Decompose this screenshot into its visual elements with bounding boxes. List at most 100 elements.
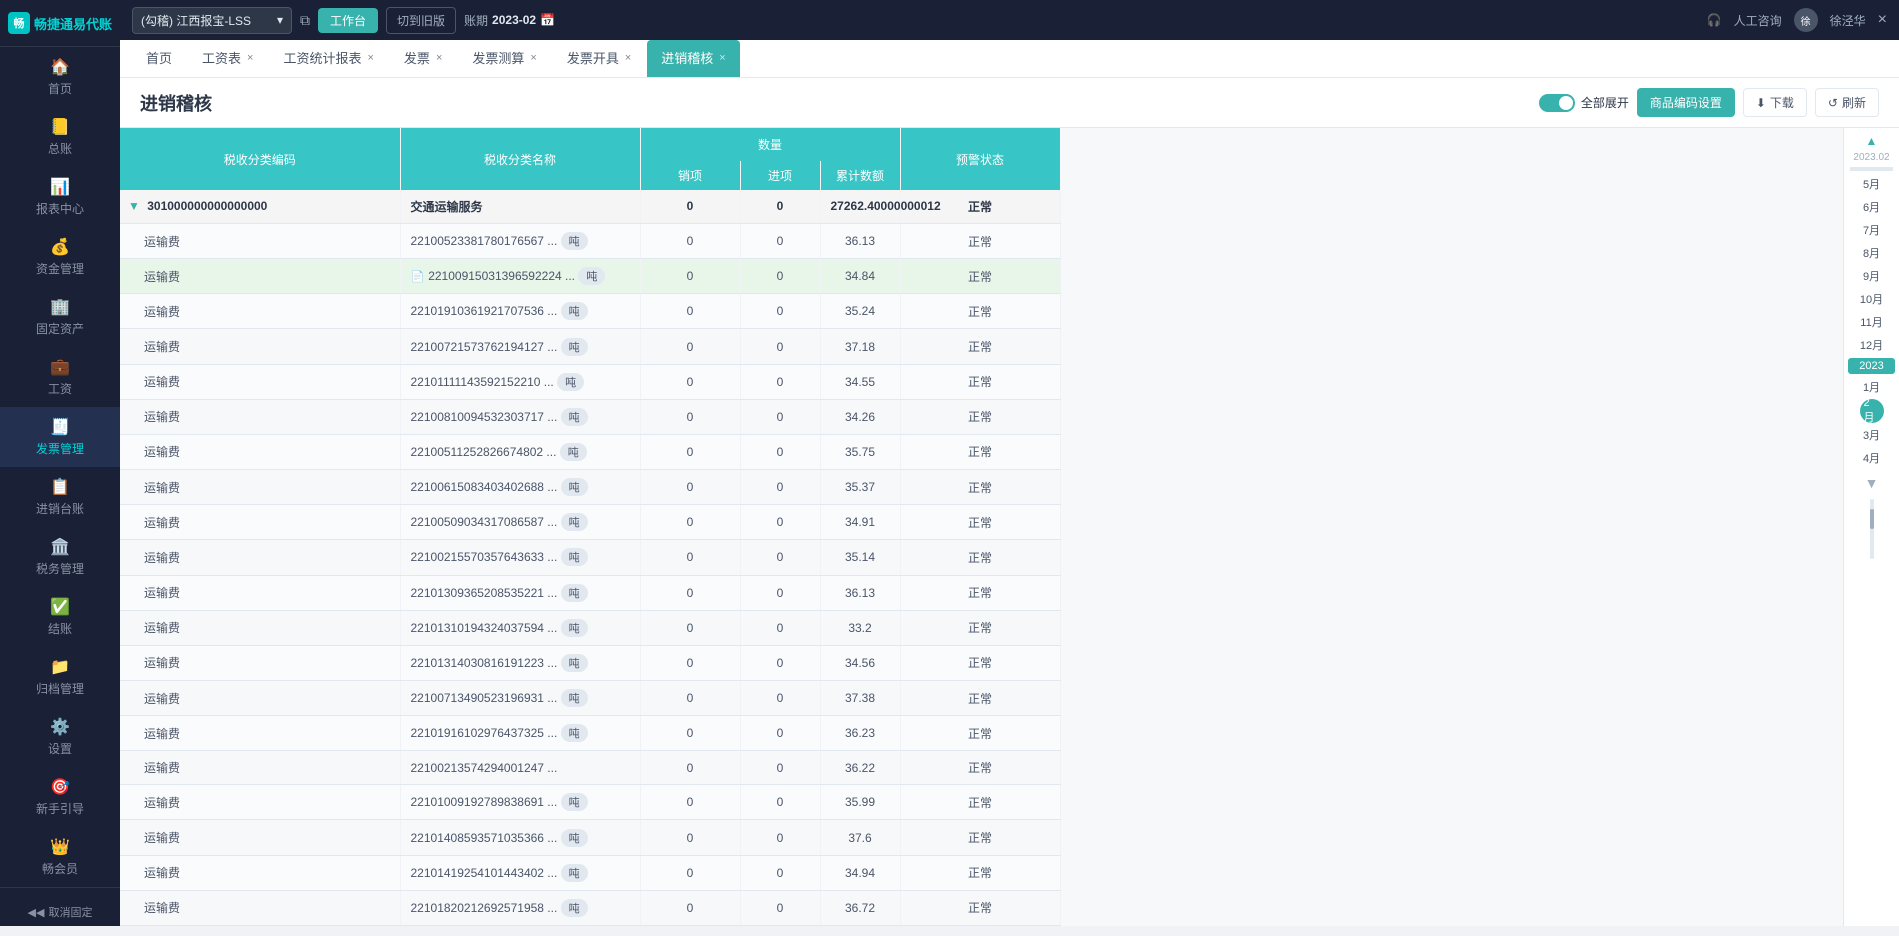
table-row[interactable]: 运输费 22101310194324037594 ... 吨 0 0 33.2 …: [120, 610, 1843, 645]
tab-invoice-calc-close[interactable]: ×: [530, 52, 536, 64]
sidebar-item-label: 报表中心: [36, 200, 84, 217]
tab-reconcile[interactable]: 进销稽核 ×: [647, 40, 739, 77]
user-name[interactable]: 徐泾华: [1830, 12, 1866, 29]
cal-month-5[interactable]: 5月: [1847, 173, 1896, 195]
scrollbar-thumb: [1870, 509, 1874, 529]
table-row[interactable]: 运输费 22101009192789838691 ... 吨 0 0 35.99…: [120, 785, 1843, 820]
row-purchase: 0: [740, 610, 820, 645]
tab-invoice-close[interactable]: ×: [436, 52, 442, 64]
copy-icon[interactable]: ⧉: [300, 12, 310, 29]
cal-month-6[interactable]: 6月: [1847, 196, 1896, 218]
row-code: 运输费: [120, 855, 400, 890]
sidebar-item-invoice[interactable]: 🧾 发票管理: [0, 407, 120, 467]
table-row[interactable]: 运输费 22100713490523196931 ... 吨 0 0 37.38…: [120, 680, 1843, 715]
cal-year-header2: [1850, 167, 1893, 171]
cal-month-1[interactable]: 1月: [1847, 376, 1896, 398]
tab-invoice[interactable]: 发票 ×: [390, 40, 456, 77]
table-row[interactable]: 运输费 22101408593571035366 ... 吨 0 0 37.6 …: [120, 820, 1843, 855]
page-content: 进销稽核 全部展开 商品编码设置 ⬇ 下载 ↺ 刷新: [120, 78, 1899, 926]
sidebar-item-assets[interactable]: 🏢 固定资产: [0, 287, 120, 347]
table-row[interactable]: 运输费 22101916102976437325 ... 吨 0 0 36.23…: [120, 716, 1843, 751]
sidebar-item-guide[interactable]: 🎯 新手引导: [0, 767, 120, 827]
table-row[interactable]: ▼ 301000000000000000 交通运输服务 0 0 27262.40…: [120, 190, 1843, 223]
tab-salary-report[interactable]: 工资统计报表 ×: [269, 40, 387, 77]
sidebar-item-capital[interactable]: 💰 资金管理: [0, 227, 120, 287]
cal-month-4[interactable]: 4月: [1847, 447, 1896, 469]
table-row[interactable]: 运输费 22101820212692571958 ... 吨 0 0 36.72…: [120, 890, 1843, 925]
row-invoice-no: 22101820212692571958 ... 吨: [400, 890, 640, 925]
table-row[interactable]: 运输费 22100615083403402688 ... 吨 0 0 35.37…: [120, 470, 1843, 505]
close-icon[interactable]: ×: [1878, 11, 1887, 29]
cal-month-8[interactable]: 8月: [1847, 242, 1896, 264]
table-row[interactable]: 运输费 22101419254101443402 ... 吨 0 0 34.94…: [120, 855, 1843, 890]
sidebar-item-label: 总账: [48, 140, 72, 157]
row-status: 正常: [900, 434, 1060, 469]
unit-tag: 吨: [557, 373, 584, 391]
row-cumulative: 34.56: [820, 645, 900, 680]
sidebar-item-settings[interactable]: ⚙️ 设置: [0, 707, 120, 767]
cal-month-2-active[interactable]: 2月: [1860, 399, 1884, 423]
sidebar-item-report[interactable]: 📊 报表中心: [0, 167, 120, 227]
switch-version-button[interactable]: 切到旧版: [386, 7, 456, 34]
table-header: 税收分类编码 税收分类名称 数量 预警状态: [120, 128, 1843, 190]
expand-toggle[interactable]: [1539, 94, 1575, 112]
table-row[interactable]: 运输费 22100810094532303717 ... 吨 0 0 34.26…: [120, 399, 1843, 434]
settle-icon: ✅: [50, 597, 70, 617]
cal-month-12[interactable]: 12月: [1847, 334, 1896, 356]
sidebar-item-archive[interactable]: 📁 归档管理: [0, 647, 120, 707]
cal-month-11[interactable]: 11月: [1847, 311, 1896, 333]
company-dropdown-icon: ▾: [277, 13, 283, 27]
table-row[interactable]: 运输费 22100721573762194127 ... 吨 0 0 37.18…: [120, 329, 1843, 364]
row-code: 运输费: [120, 610, 400, 645]
table-row[interactable]: 运输费 22101314030816191223 ... 吨 0 0 34.56…: [120, 645, 1843, 680]
sidebar-item-tax[interactable]: 🏛️ 税务管理: [0, 527, 120, 587]
tab-invoice-calc[interactable]: 发票测算 ×: [458, 40, 550, 77]
tab-salary-table[interactable]: 工资表 ×: [188, 40, 267, 77]
table-row[interactable]: 运输费 22101309365208535221 ... 吨 0 0 36.13…: [120, 575, 1843, 610]
sidebar-item-member[interactable]: 👑 畅会员: [0, 827, 120, 887]
cal-month-7[interactable]: 7月: [1847, 219, 1896, 241]
row-code: 运输费: [120, 645, 400, 680]
support-label[interactable]: 人工咨询: [1734, 12, 1782, 29]
download-button[interactable]: ⬇ 下载: [1743, 88, 1807, 117]
pin-button[interactable]: ◀◀ 取消固定: [0, 896, 120, 928]
sidebar-item-ledger[interactable]: 📒 总账: [0, 107, 120, 167]
table-row[interactable]: 运输费 22100215570357643633 ... 吨 0 0 35.14…: [120, 540, 1843, 575]
sidebar-item-home[interactable]: 🏠 首页: [0, 47, 120, 107]
table-row[interactable]: 运输费 22101111143592152210 ... 吨 0 0 34.55…: [120, 364, 1843, 399]
sidebar-item-label: 固定资产: [36, 320, 84, 337]
settings-button[interactable]: 商品编码设置: [1637, 88, 1735, 117]
tab-salary-table-close[interactable]: ×: [247, 52, 253, 64]
tab-home[interactable]: 首页: [132, 40, 186, 77]
company-selector[interactable]: (勾稽) 江西报宝-LSS ▾: [132, 7, 292, 34]
period-calendar-icon[interactable]: 📅: [540, 13, 555, 27]
tab-reconcile-close[interactable]: ×: [719, 52, 725, 64]
unit-tag: 吨: [561, 829, 588, 847]
table-row[interactable]: 运输费 22101910361921707536 ... 吨 0 0 35.24…: [120, 294, 1843, 329]
cal-nav-up[interactable]: ▲: [1844, 132, 1899, 150]
collapse-icon[interactable]: ▼: [128, 199, 140, 213]
cal-month-10[interactable]: 10月: [1847, 288, 1896, 310]
row-status: 正常: [900, 259, 1060, 294]
table-row[interactable]: 运输费 📄22100915031396592224 ... 吨 0 0 34.8…: [120, 259, 1843, 294]
table-row[interactable]: 运输费 22100509034317086587 ... 吨 0 0 34.91…: [120, 505, 1843, 540]
row-invoice-no: 22100511252826674802 ... 吨: [400, 434, 640, 469]
sidebar-item-sales[interactable]: 📋 进销台账: [0, 467, 120, 527]
table-row[interactable]: 运输费 22100213574294001247 ... 0 0 36.22 正…: [120, 751, 1843, 785]
cal-nav-down[interactable]: ▼: [1844, 473, 1899, 493]
row-code: 运输费: [120, 575, 400, 610]
workspace-button[interactable]: 工作台: [318, 8, 378, 33]
table-row[interactable]: 运输费 22100511252826674802 ... 吨 0 0 35.75…: [120, 434, 1843, 469]
tab-invoice-open-close[interactable]: ×: [625, 52, 631, 64]
tab-invoice-open[interactable]: 发票开具 ×: [553, 40, 645, 77]
cal-month-3[interactable]: 3月: [1847, 424, 1896, 446]
row-invoice-no: 22100615083403402688 ... 吨: [400, 470, 640, 505]
member-icon: 👑: [50, 837, 70, 857]
table-row[interactable]: 运输费 22100523381780176567 ... 吨 0 0 36.13…: [120, 223, 1843, 258]
sidebar-item-settle[interactable]: ✅ 结账: [0, 587, 120, 647]
row-cumulative: 36.13: [820, 223, 900, 258]
refresh-button[interactable]: ↺ 刷新: [1815, 88, 1879, 117]
sidebar-item-salary[interactable]: 💼 工资: [0, 347, 120, 407]
tab-salary-report-close[interactable]: ×: [367, 52, 373, 64]
cal-month-9[interactable]: 9月: [1847, 265, 1896, 287]
